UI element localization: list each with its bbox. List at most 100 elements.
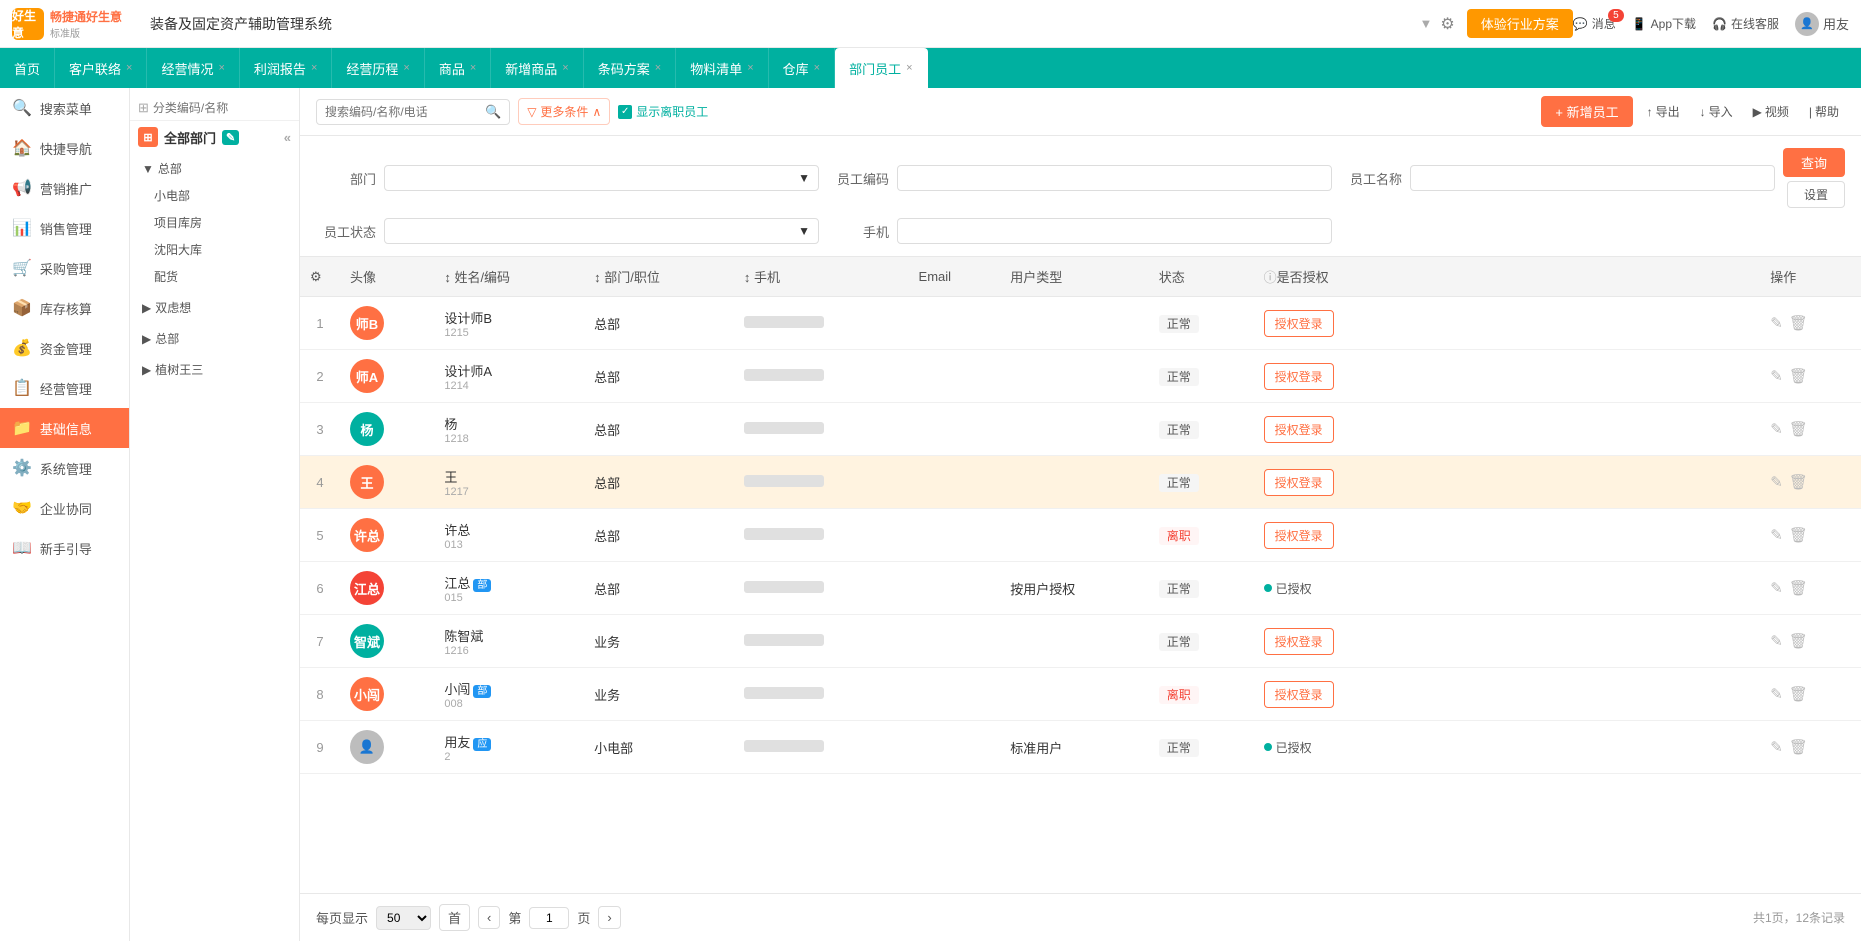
next-page-button[interactable]: › [598, 906, 620, 929]
search-icon[interactable]: 🔍 [485, 104, 501, 120]
delete-icon[interactable]: 🗑 [1789, 367, 1808, 385]
close-tab-icon[interactable]: × [747, 62, 753, 74]
nav-tab-物料清单[interactable]: 物料清单 × [676, 48, 768, 88]
prev-page-button[interactable]: ‹ [478, 906, 500, 929]
auth-button[interactable]: 授权登录 [1264, 416, 1334, 443]
close-tab-icon[interactable]: × [906, 62, 912, 74]
tree-item-xiangmukufang[interactable]: 项目库房 [130, 209, 299, 236]
edit-icon[interactable]: ✎ [1770, 367, 1783, 385]
col-settings[interactable]: ⚙ [300, 257, 340, 297]
user-menu[interactable]: 👤 用友 [1795, 12, 1849, 36]
col-name[interactable]: ↕ 姓名/编码 [434, 257, 584, 297]
close-tab-icon[interactable]: × [218, 62, 224, 74]
delete-icon[interactable]: 🗑 [1789, 579, 1808, 597]
nav-tab-首页[interactable]: 首页 [0, 48, 55, 88]
edit-icon[interactable]: ✎ [1770, 314, 1783, 332]
nav-tab-客户联络[interactable]: 客户联络 × [55, 48, 147, 88]
view-button[interactable]: ▶ 视频 [1747, 99, 1795, 124]
tree-search-input[interactable] [153, 101, 300, 115]
edit-icon[interactable]: ✎ [1770, 420, 1783, 438]
edit-icon[interactable]: ✎ [1770, 579, 1783, 597]
trial-button[interactable]: 体验行业方案 [1467, 9, 1573, 38]
delete-icon[interactable]: 🗑 [1789, 632, 1808, 650]
auth-button[interactable]: 授权登录 [1264, 522, 1334, 549]
help-button[interactable]: | 帮助 [1803, 99, 1845, 124]
close-tab-icon[interactable]: × [403, 62, 409, 74]
delete-icon[interactable]: 🗑 [1789, 685, 1808, 703]
first-page-button[interactable]: 首 [439, 904, 470, 931]
delete-icon[interactable]: 🗑 [1789, 420, 1808, 438]
auth-button[interactable]: 授权登录 [1264, 310, 1334, 337]
edit-icon[interactable]: ✎ [1770, 473, 1783, 491]
empcode-input[interactable] [897, 165, 1332, 191]
sidebar-item-采购管理[interactable]: 🛒采购管理 [0, 248, 129, 288]
phone-input[interactable] [897, 218, 1332, 244]
delete-icon[interactable]: 🗑 [1789, 473, 1808, 491]
close-tab-icon[interactable]: × [311, 62, 317, 74]
tree-edit-icon[interactable]: ✎ [222, 130, 239, 145]
delete-icon[interactable]: 🗑 [1789, 738, 1808, 756]
edit-icon[interactable]: ✎ [1770, 526, 1783, 544]
sidebar-item-基础信息[interactable]: 📁基础信息 [0, 408, 129, 448]
per-page-select[interactable]: 50 20 100 [376, 906, 431, 930]
auth-button[interactable]: 授权登录 [1264, 628, 1334, 655]
nav-tab-利润报告[interactable]: 利润报告 × [240, 48, 332, 88]
nav-tab-新增商品[interactable]: 新增商品 × [491, 48, 583, 88]
sidebar-item-资金管理[interactable]: 💰资金管理 [0, 328, 129, 368]
nav-tab-经营历程[interactable]: 经营历程 × [332, 48, 424, 88]
delete-icon[interactable]: 🗑 [1789, 526, 1808, 544]
sidebar-item-库存核算[interactable]: 📦库存核算 [0, 288, 129, 328]
app-download-button[interactable]: 📱 App下载 [1632, 15, 1696, 32]
col-phone[interactable]: ↕ 手机 [734, 257, 909, 297]
auth-button[interactable]: 授权登录 [1264, 681, 1334, 708]
close-tab-icon[interactable]: × [562, 62, 568, 74]
tree-group-title-zhishuwangsan[interactable]: ▶ 植树王三 [130, 356, 299, 383]
delete-icon[interactable]: 🗑 [1789, 314, 1808, 332]
tree-collapse-button[interactable]: « [284, 130, 291, 145]
close-tab-icon[interactable]: × [655, 62, 661, 74]
sidebar-item-经营管理[interactable]: 📋经营管理 [0, 368, 129, 408]
gear-icon[interactable]: ⚙ [1440, 14, 1454, 34]
sidebar-item-搜索菜单[interactable]: 🔍搜索菜单 [0, 88, 129, 128]
tree-group-title-shuangluxiang[interactable]: ▶ 双虑想 [130, 294, 299, 321]
sidebar-item-系统管理[interactable]: ⚙️系统管理 [0, 448, 129, 488]
reset-button[interactable]: 设置 [1787, 181, 1845, 208]
tree-item-peihuo[interactable]: 配货 [130, 263, 299, 290]
export-button[interactable]: ↑ 导出 [1641, 99, 1686, 124]
search-input[interactable] [325, 105, 485, 119]
close-tab-icon[interactable]: × [814, 62, 820, 74]
dropdown-arrow-icon[interactable]: ▼ [1420, 16, 1433, 31]
sidebar-item-营销推广[interactable]: 📢营销推广 [0, 168, 129, 208]
nav-tab-仓库[interactable]: 仓库 × [769, 48, 835, 88]
query-button[interactable]: 查询 [1783, 148, 1845, 177]
add-employee-button[interactable]: + 新增员工 [1541, 96, 1632, 127]
filter-button[interactable]: ▽ 更多条件 ∧ [518, 98, 610, 125]
sidebar-item-销售管理[interactable]: 📊销售管理 [0, 208, 129, 248]
sidebar-item-快捷导航[interactable]: 🏠快捷导航 [0, 128, 129, 168]
tree-group-title-zongbu[interactable]: ▼ 总部 [130, 155, 299, 182]
tree-item-shenyangdaku[interactable]: 沈阳大库 [130, 236, 299, 263]
edit-icon[interactable]: ✎ [1770, 738, 1783, 756]
online-service-button[interactable]: 🎧 在线客服 [1712, 15, 1779, 32]
col-dept[interactable]: ↕ 部门/职位 [584, 257, 734, 297]
tree-group-title-zongbu2[interactable]: ▶ 总部 [130, 325, 299, 352]
nav-tab-部门员工[interactable]: 部门员工 × [835, 48, 927, 88]
tree-item-xiaodianbu[interactable]: 小电部 [130, 182, 299, 209]
dept-select[interactable]: ▼ [384, 165, 819, 191]
auth-button[interactable]: 授权登录 [1264, 363, 1334, 390]
edit-icon[interactable]: ✎ [1770, 685, 1783, 703]
empname-input[interactable] [1410, 165, 1775, 191]
edit-icon[interactable]: ✎ [1770, 632, 1783, 650]
import-button[interactable]: ↓ 导入 [1694, 99, 1739, 124]
sidebar-item-新手引导[interactable]: 📖新手引导 [0, 528, 129, 568]
show-resigned-checkbox[interactable]: ✓ 显示离职员工 [618, 103, 708, 120]
nav-tab-条码方案[interactable]: 条码方案 × [584, 48, 676, 88]
nav-tab-商品[interactable]: 商品 × [425, 48, 491, 88]
empstatus-select[interactable]: ▼ [384, 218, 819, 244]
message-button[interactable]: 💬 消息 5 [1573, 15, 1616, 32]
close-tab-icon[interactable]: × [126, 62, 132, 74]
page-number-input[interactable] [529, 907, 569, 929]
auth-button[interactable]: 授权登录 [1264, 469, 1334, 496]
close-tab-icon[interactable]: × [470, 62, 476, 74]
nav-tab-经营情况[interactable]: 经营情况 × [147, 48, 239, 88]
